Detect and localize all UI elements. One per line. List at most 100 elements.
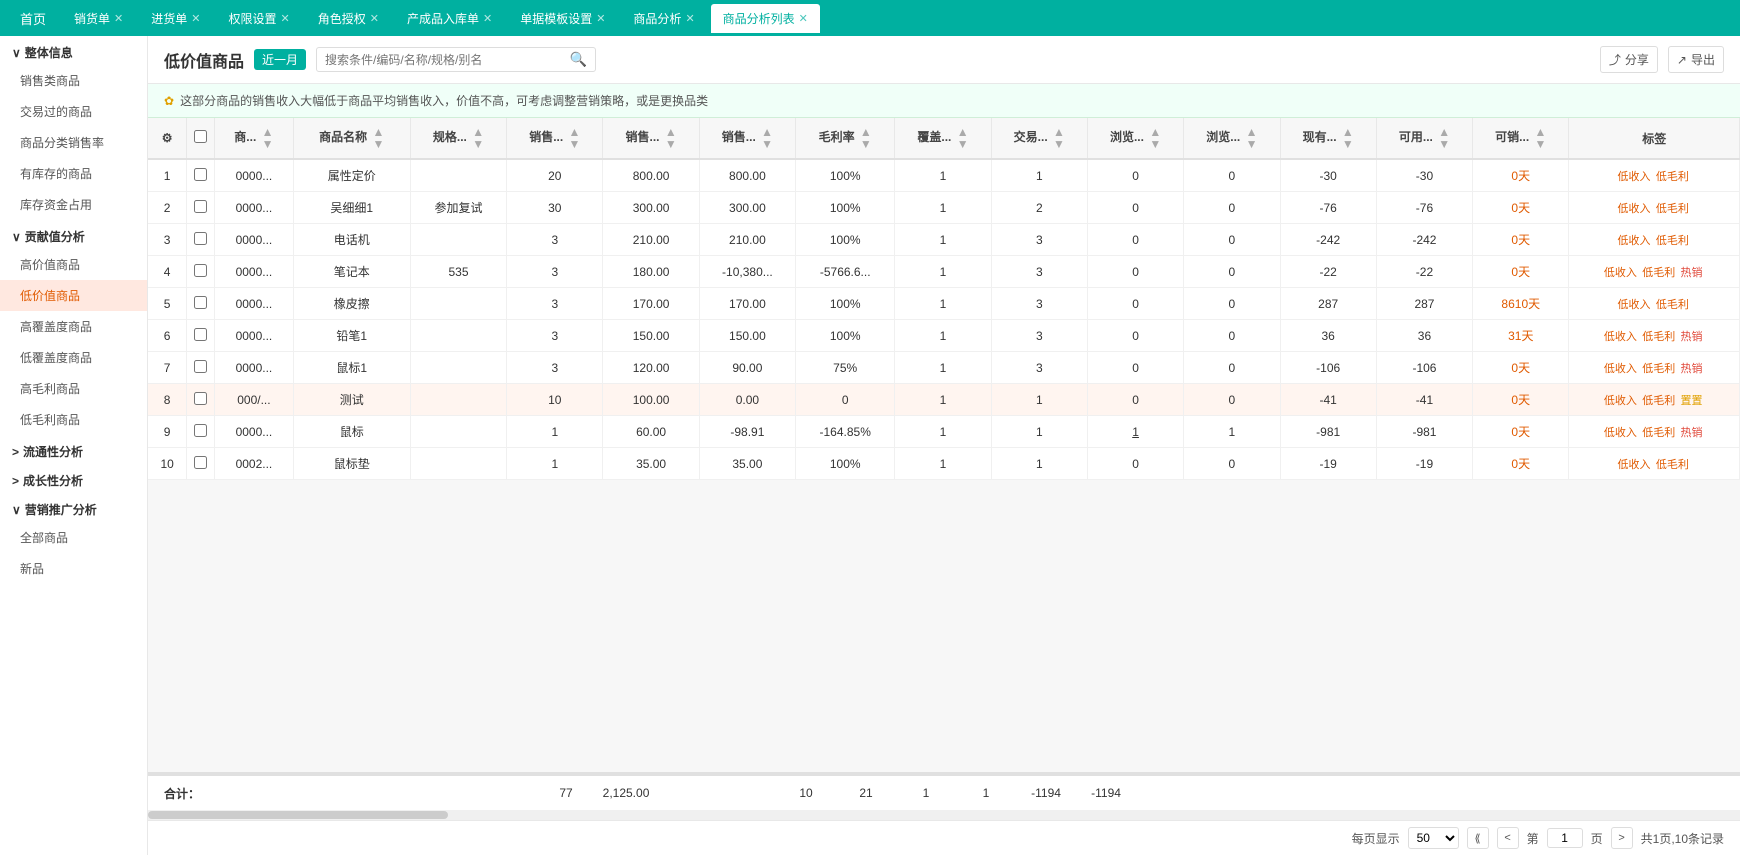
- nav-template-close[interactable]: ✕: [596, 12, 605, 25]
- cell-name[interactable]: 鼠标1: [293, 352, 410, 384]
- cell-checkbox[interactable]: [187, 416, 215, 448]
- notice-bar: ✿ 这部分商品的销售收入大幅低于商品平均销售收入，价值不高，可考虑调整营销策略，…: [148, 84, 1740, 118]
- cell-sales-profit: 35.00: [699, 448, 795, 480]
- sort-code[interactable]: ▲▼: [262, 126, 274, 150]
- cell-name[interactable]: 测试: [293, 384, 410, 416]
- export-button[interactable]: ↗ 导出: [1668, 46, 1724, 73]
- select-all-checkbox[interactable]: [194, 130, 207, 143]
- sidebar-item-high-value[interactable]: 高价值商品: [0, 249, 147, 280]
- cell-name[interactable]: 鼠标: [293, 416, 410, 448]
- sidebar-item-low-coverage[interactable]: 低覆盖度商品: [0, 342, 147, 373]
- cell-view1[interactable]: 1: [1087, 416, 1183, 448]
- sort-sales-qty[interactable]: ▲▼: [569, 126, 581, 150]
- sidebar-item-high-profit[interactable]: 高毛利商品: [0, 373, 147, 404]
- nav-permission[interactable]: 权限设置 ✕: [216, 4, 301, 33]
- sidebar-item-all-goods[interactable]: 全部商品: [0, 522, 147, 553]
- cell-name[interactable]: 笔记本: [293, 256, 410, 288]
- nav-sales-close[interactable]: ✕: [114, 12, 123, 25]
- cell-gross-margin: 100%: [796, 320, 895, 352]
- nav-purchase-close[interactable]: ✕: [191, 12, 200, 25]
- cell-name[interactable]: 电话机: [293, 224, 410, 256]
- sort-view2[interactable]: ▲▼: [1246, 126, 1258, 150]
- nav-template[interactable]: 单据模板设置 ✕: [508, 4, 617, 33]
- cell-coverage: 1: [895, 352, 991, 384]
- cell-checkbox[interactable]: [187, 288, 215, 320]
- sidebar-group-contribution[interactable]: ∨ 贡献值分析: [0, 220, 147, 249]
- cell-checkbox[interactable]: [187, 384, 215, 416]
- col-checkbox[interactable]: [187, 118, 215, 159]
- cell-checkbox[interactable]: [187, 159, 215, 192]
- table-container[interactable]: ⚙ 商... ▲▼ 商品名称 ▲▼ 规格... ▲▼ 销售... ▲▼ 销售..…: [148, 118, 1740, 772]
- nav-sales[interactable]: 销货单 ✕: [62, 4, 135, 33]
- cell-checkbox[interactable]: [187, 224, 215, 256]
- cell-checkbox[interactable]: [187, 448, 215, 480]
- sort-sales-profit[interactable]: ▲▼: [761, 126, 773, 150]
- sidebar-group-marketing[interactable]: ∨ 营销推广分析: [0, 493, 147, 522]
- sidebar-item-stock-goods[interactable]: 有库存的商品: [0, 158, 147, 189]
- sort-coverage[interactable]: ▲▼: [957, 126, 969, 150]
- page-number-input[interactable]: [1547, 828, 1583, 848]
- sort-name[interactable]: ▲▼: [372, 126, 384, 150]
- cell-name[interactable]: 吴细细1: [293, 192, 410, 224]
- sort-saleable[interactable]: ▲▼: [1535, 126, 1547, 150]
- nav-analysis-list[interactable]: 商品分析列表 ✕: [711, 4, 820, 33]
- sidebar-item-stock-fund[interactable]: 库存资金占用: [0, 189, 147, 220]
- cell-checkbox[interactable]: [187, 192, 215, 224]
- sidebar-item-high-coverage[interactable]: 高覆盖度商品: [0, 311, 147, 342]
- sidebar-item-low-profit[interactable]: 低毛利商品: [0, 404, 147, 435]
- prev-page-btn[interactable]: <: [1497, 827, 1519, 849]
- sort-available[interactable]: ▲▼: [1438, 126, 1450, 150]
- col-settings[interactable]: ⚙: [148, 118, 187, 159]
- nav-purchase[interactable]: 进货单 ✕: [139, 4, 212, 33]
- sidebar-group-circulation[interactable]: > 流通性分析: [0, 435, 147, 464]
- sidebar-item-category-rate[interactable]: 商品分类销售率: [0, 127, 147, 158]
- nav-role-close[interactable]: ✕: [370, 12, 379, 25]
- date-tag[interactable]: 近一月: [254, 49, 306, 70]
- row-checkbox[interactable]: [194, 360, 207, 373]
- first-page-btn[interactable]: ⟪: [1467, 827, 1489, 849]
- cell-checkbox[interactable]: [187, 256, 215, 288]
- search-input[interactable]: [325, 53, 564, 67]
- sort-current-stock[interactable]: ▲▼: [1342, 126, 1354, 150]
- row-checkbox[interactable]: [194, 264, 207, 277]
- scroll-thumb[interactable]: [148, 811, 448, 819]
- sort-spec[interactable]: ▲▼: [472, 126, 484, 150]
- row-checkbox[interactable]: [194, 456, 207, 469]
- nav-home[interactable]: 首页: [8, 3, 58, 34]
- nav-role[interactable]: 角色授权 ✕: [306, 4, 391, 33]
- row-checkbox[interactable]: [194, 200, 207, 213]
- sort-sales-amount[interactable]: ▲▼: [665, 126, 677, 150]
- search-icon[interactable]: 🔍: [570, 51, 587, 68]
- sort-view1[interactable]: ▲▼: [1149, 126, 1161, 150]
- cell-sales-amount: 300.00: [603, 192, 699, 224]
- sidebar-item-new-goods[interactable]: 新品: [0, 553, 147, 584]
- nav-product-in-close[interactable]: ✕: [483, 12, 492, 25]
- share-button[interactable]: ⤴ 分享: [1600, 46, 1658, 73]
- sort-gross-margin[interactable]: ▲▼: [860, 126, 872, 150]
- row-checkbox[interactable]: [194, 392, 207, 405]
- row-checkbox[interactable]: [194, 424, 207, 437]
- page-size-select[interactable]: 50 100: [1408, 827, 1459, 849]
- cell-name[interactable]: 鼠标垫: [293, 448, 410, 480]
- cell-name[interactable]: 橡皮擦: [293, 288, 410, 320]
- cell-checkbox[interactable]: [187, 320, 215, 352]
- nav-product-in[interactable]: 产成品入库单 ✕: [395, 4, 504, 33]
- next-page-btn[interactable]: >: [1611, 827, 1633, 849]
- row-checkbox[interactable]: [194, 232, 207, 245]
- row-checkbox[interactable]: [194, 296, 207, 309]
- row-checkbox[interactable]: [194, 168, 207, 181]
- nav-permission-close[interactable]: ✕: [281, 12, 290, 25]
- sidebar-item-traded-goods[interactable]: 交易过的商品: [0, 96, 147, 127]
- cell-name[interactable]: 铅笔1: [293, 320, 410, 352]
- sidebar-group-overall[interactable]: ∨ 整体信息: [0, 36, 147, 65]
- sort-trade[interactable]: ▲▼: [1053, 126, 1065, 150]
- cell-checkbox[interactable]: [187, 352, 215, 384]
- nav-analysis-close[interactable]: ✕: [685, 12, 694, 25]
- sidebar-item-sales-goods[interactable]: 销售类商品: [0, 65, 147, 96]
- nav-analysis-list-close[interactable]: ✕: [799, 12, 808, 25]
- row-checkbox[interactable]: [194, 328, 207, 341]
- sidebar-group-growth[interactable]: > 成长性分析: [0, 464, 147, 493]
- nav-analysis[interactable]: 商品分析 ✕: [621, 4, 706, 33]
- cell-name[interactable]: 属性定价: [293, 159, 410, 192]
- sidebar-item-low-value[interactable]: 低价值商品: [0, 280, 147, 311]
